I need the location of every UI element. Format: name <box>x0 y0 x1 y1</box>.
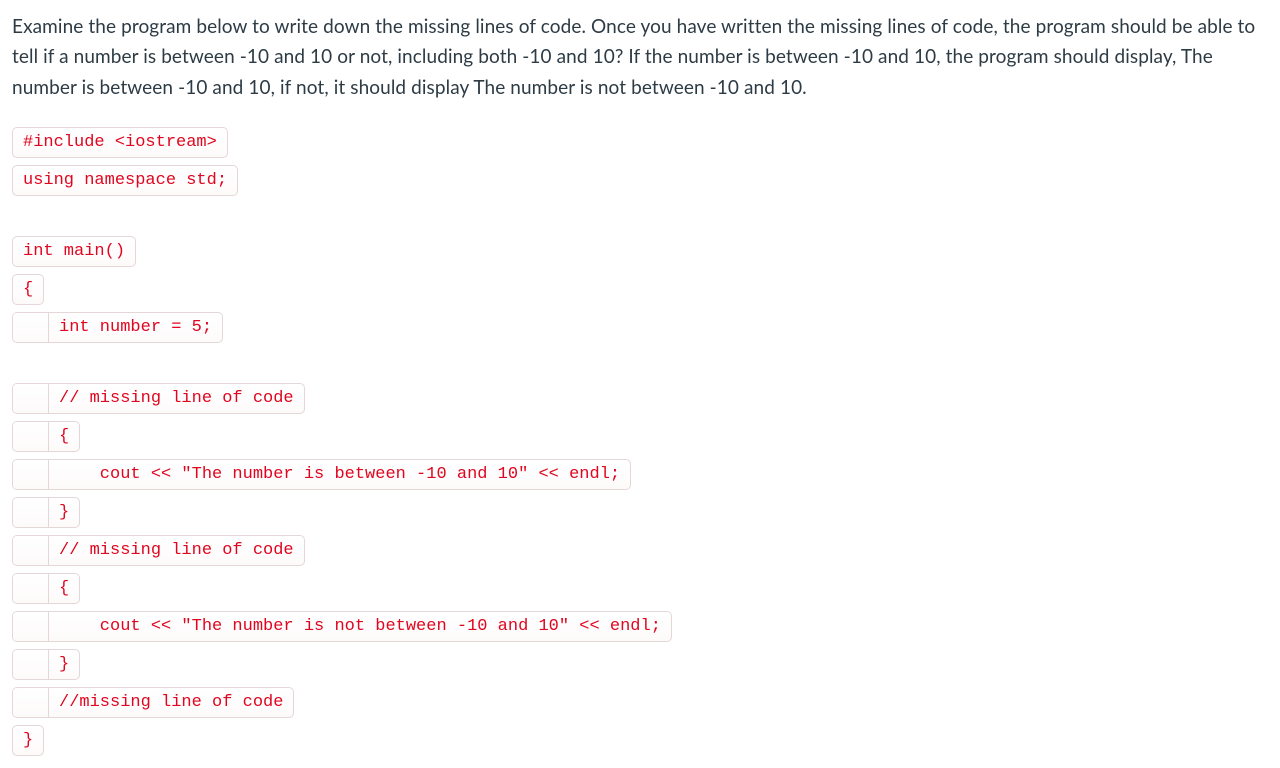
code-line: } <box>12 649 80 680</box>
code-text: int number = 5; <box>49 312 222 343</box>
code-text: // missing line of code <box>49 535 304 566</box>
code-line: using namespace std; <box>12 165 238 196</box>
code-text: } <box>49 649 79 680</box>
indent-box <box>13 422 49 451</box>
code-line: } <box>12 725 44 756</box>
code-text: } <box>49 497 79 528</box>
code-text: { <box>49 421 79 452</box>
code-text: } <box>23 727 33 754</box>
code-text: { <box>49 573 79 604</box>
code-block: #include <iostream> using namespace std;… <box>12 127 1268 756</box>
code-line: { <box>12 573 80 604</box>
indent-box <box>13 498 49 527</box>
code-line: int number = 5; <box>12 312 223 343</box>
code-text: { <box>23 276 33 303</box>
indent-box <box>13 688 49 717</box>
code-line: { <box>12 421 80 452</box>
code-line: // missing line of code <box>12 383 305 414</box>
indent-box <box>13 313 49 342</box>
indent-box <box>13 536 49 565</box>
indent-box <box>13 612 49 641</box>
code-text: int main() <box>23 238 125 265</box>
code-text: using namespace std; <box>23 167 227 194</box>
code-text: // missing line of code <box>49 383 304 414</box>
code-text: cout << "The number is between -10 and 1… <box>49 459 630 490</box>
indent-box <box>13 384 49 413</box>
indent-box <box>13 574 49 603</box>
code-line: cout << "The number is not between -10 a… <box>12 611 672 642</box>
code-line: int main() <box>12 236 136 267</box>
indent-box <box>13 460 49 489</box>
code-line: // missing line of code <box>12 535 305 566</box>
code-line: cout << "The number is between -10 and 1… <box>12 459 631 490</box>
code-line: //missing line of code <box>12 687 294 718</box>
code-line: { <box>12 274 44 305</box>
indent-box <box>13 650 49 679</box>
code-text: //missing line of code <box>49 687 293 718</box>
code-line: #include <iostream> <box>12 127 228 158</box>
code-text: cout << "The number is not between -10 a… <box>49 611 671 642</box>
code-line: } <box>12 497 80 528</box>
problem-instructions: Examine the program below to write down … <box>12 12 1268 103</box>
code-text: #include <iostream> <box>23 129 217 156</box>
